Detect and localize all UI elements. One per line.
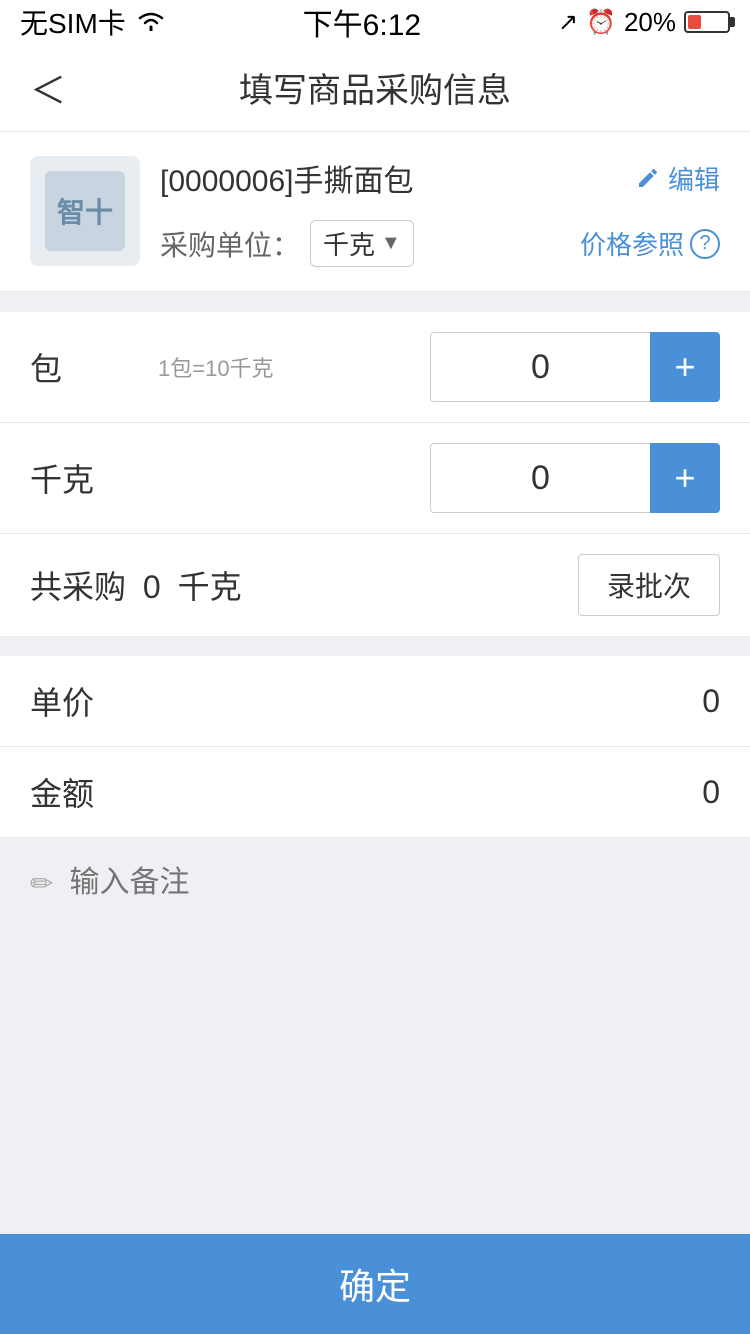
wifi-icon <box>136 6 166 38</box>
status-bar: 无SIM卡 下午6:12 ↗ ⏰ 20% <box>0 0 750 44</box>
unit-value: 千克 <box>323 225 375 262</box>
price-ref-button[interactable]: 价格参照 ? <box>580 225 720 262</box>
kg-input-control: + <box>430 443 720 513</box>
price-section: 单价 0 金额 0 <box>0 656 750 838</box>
status-right: ↗ ⏰ 20% <box>558 7 730 38</box>
kg-input-row: 千克 + <box>0 423 750 534</box>
kg-label: 千克 <box>30 455 150 501</box>
status-time: 下午6:12 <box>303 0 421 44</box>
price-ref-label: 价格参照 <box>580 225 684 262</box>
carrier-text: 无SIM卡 <box>20 2 126 42</box>
amount-value: 0 <box>702 774 720 811</box>
product-logo-text: 智十 <box>57 191 113 231</box>
unit-price-label: 单价 <box>30 678 94 724</box>
kg-input[interactable] <box>430 443 650 513</box>
page-title: 填写商品采购信息 <box>239 63 511 112</box>
section-divider-2 <box>0 636 750 656</box>
confirm-button[interactable]: 确定 <box>0 1234 750 1334</box>
product-unit-row: 采购单位： 千克 ▼ 价格参照 ? <box>160 220 720 267</box>
summary-prefix: 共采购 <box>30 569 126 605</box>
alarm-icon: ⏰ <box>586 8 616 37</box>
edit-button[interactable]: 编辑 <box>636 160 720 197</box>
product-info: [0000006]手撕面包 编辑 采购单位： 千克 ▼ 价格参照 ? <box>160 156 720 267</box>
summary-unit: 千克 <box>178 569 242 605</box>
amount-row: 金额 0 <box>0 747 750 838</box>
unit-price-row: 单价 0 <box>0 656 750 747</box>
plus-icon: + <box>674 346 695 388</box>
notes-input[interactable] <box>69 866 720 900</box>
bag-plus-button[interactable]: + <box>650 332 720 402</box>
section-divider-1 <box>0 292 750 312</box>
product-name: [0000006]手撕面包 <box>160 156 413 200</box>
chevron-down-icon: ▼ <box>381 232 401 255</box>
bottom-space <box>0 928 750 1258</box>
product-logo: 智十 <box>45 171 125 251</box>
batch-button[interactable]: 录批次 <box>578 554 720 616</box>
bag-input-row: 包 1包=10千克 + <box>0 312 750 423</box>
kg-plus-button[interactable]: + <box>650 443 720 513</box>
battery-icon <box>684 11 730 33</box>
edit-label: 编辑 <box>668 160 720 197</box>
product-card: 智十 [0000006]手撕面包 编辑 采购单位： 千克 ▼ 价格参照 <box>0 132 750 292</box>
notes-section[interactable]: ✏ <box>0 838 750 928</box>
back-button[interactable]: ＜ <box>30 62 66 114</box>
status-left: 无SIM卡 <box>20 2 166 42</box>
bag-label: 包 <box>30 344 150 390</box>
amount-label: 金额 <box>30 769 94 815</box>
unit-price-value: 0 <box>702 683 720 720</box>
plus-icon-kg: + <box>674 457 695 499</box>
bag-input-control: + <box>430 332 720 402</box>
product-image: 智十 <box>30 156 140 266</box>
bag-sub-label: 1包=10千克 <box>158 351 430 383</box>
summary-text: 共采购 0 千克 <box>30 562 242 608</box>
location-icon: ↗ <box>558 8 578 37</box>
battery-percent: 20% <box>624 7 676 38</box>
input-section: 包 1包=10千克 + 千克 + <box>0 312 750 534</box>
summary-row: 共采购 0 千克 录批次 <box>0 534 750 636</box>
product-title-row: [0000006]手撕面包 编辑 <box>160 156 720 200</box>
bag-input[interactable] <box>430 332 650 402</box>
nav-bar: ＜ 填写商品采购信息 <box>0 44 750 132</box>
help-icon: ? <box>690 229 720 259</box>
unit-select[interactable]: 千克 ▼ <box>310 220 414 267</box>
pencil-icon: ✏ <box>30 867 53 900</box>
unit-label: 采购单位： <box>160 224 300 264</box>
summary-value: 0 <box>143 569 161 605</box>
